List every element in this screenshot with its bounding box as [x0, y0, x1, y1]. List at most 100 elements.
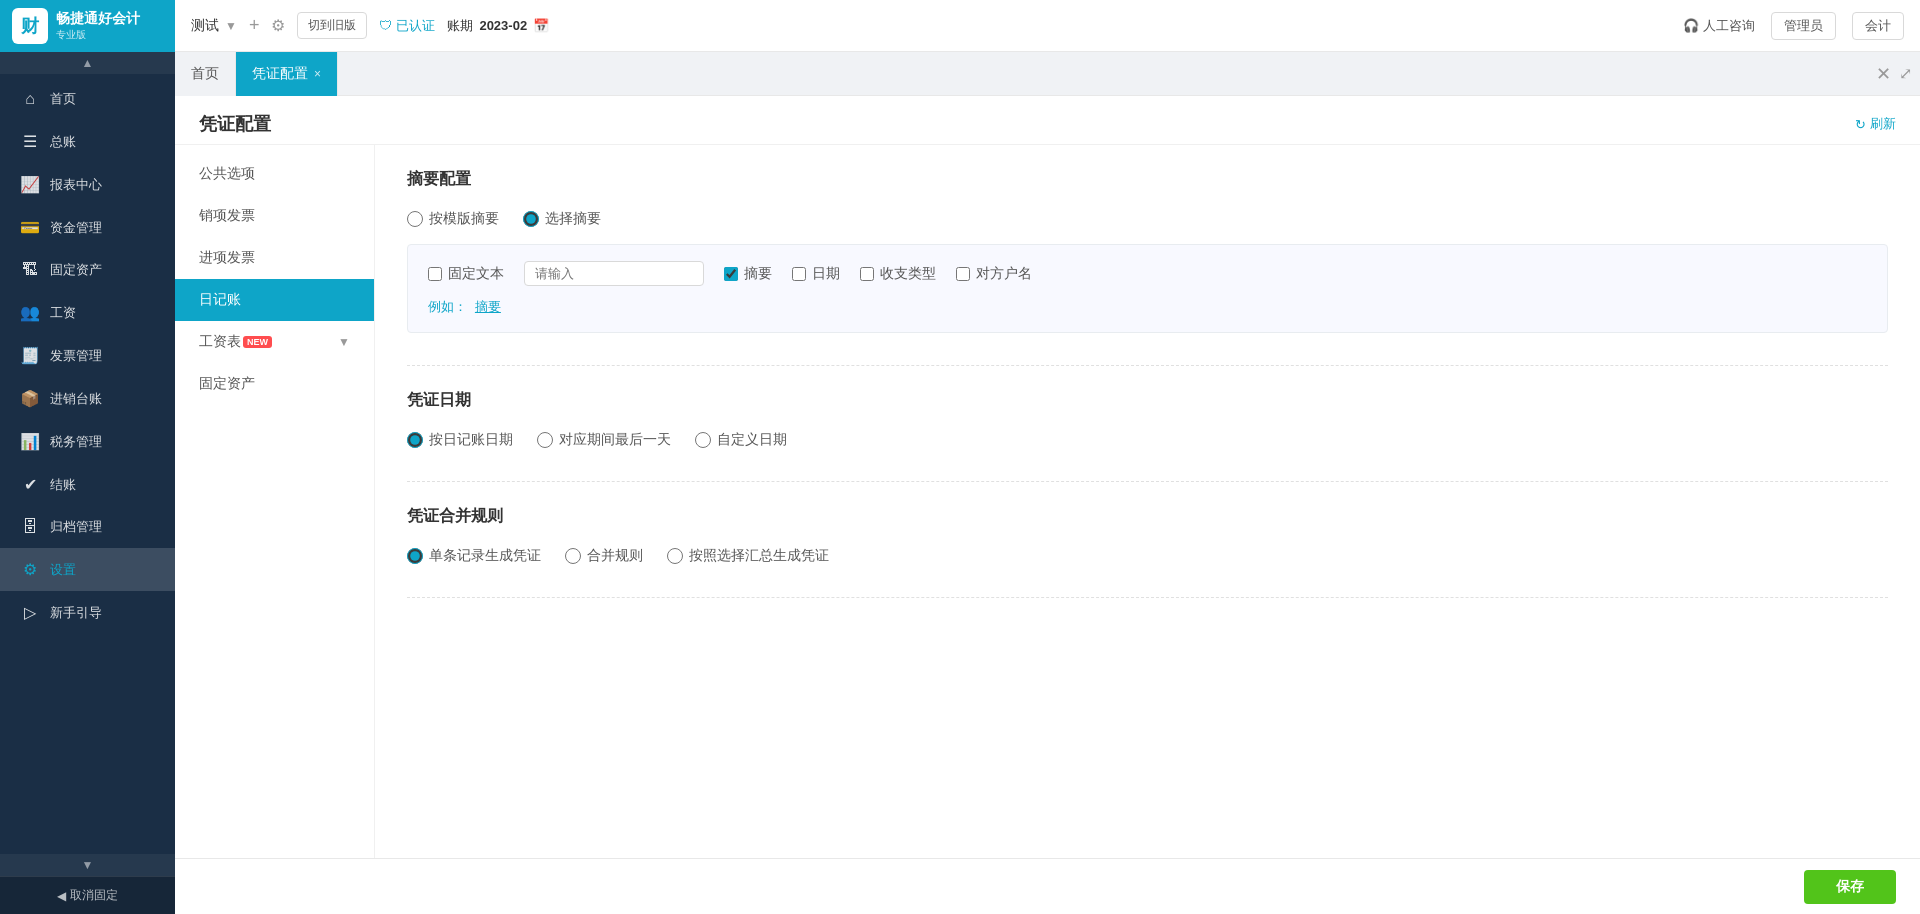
- tab-home[interactable]: 首页: [175, 52, 236, 96]
- radio-by-diary-date-label: 按日记账日期: [429, 431, 513, 449]
- page-header: 凭证配置 ↻ 刷新: [175, 96, 1920, 145]
- chevron-right-icon: ▼: [338, 335, 350, 349]
- checkbox-payment-type[interactable]: 收支类型: [860, 265, 936, 283]
- sidebar-label-purchases: 进销台账: [50, 390, 102, 408]
- cancel-pin-button[interactable]: ◀ 取消固定: [0, 876, 175, 914]
- sidebar-item-closing[interactable]: ✔ 结账: [0, 463, 175, 506]
- nav-item-purchase-invoice[interactable]: 进项发票: [175, 237, 374, 279]
- radio-merge-rule[interactable]: 合并规则: [565, 547, 643, 565]
- radio-custom-date-input[interactable]: [695, 432, 711, 448]
- sidebar-item-home[interactable]: ⌂ 首页: [0, 78, 175, 120]
- consult-button[interactable]: 🎧 人工咨询: [1683, 17, 1755, 35]
- checkbox-payment-type-input[interactable]: [860, 267, 874, 281]
- checkbox-fixed-text-input[interactable]: [428, 267, 442, 281]
- sidebar-label-settings: 设置: [50, 561, 76, 579]
- radio-by-selection[interactable]: 按照选择汇总生成凭证: [667, 547, 829, 565]
- payment-type-label: 收支类型: [880, 265, 936, 283]
- admin-button[interactable]: 管理员: [1771, 12, 1836, 40]
- switch-old-version-button[interactable]: 切到旧版: [297, 12, 367, 39]
- merge-radio-group: 单条记录生成凭证 合并规则 按照选择汇总生成凭证: [407, 547, 1888, 565]
- content-area: 公共选项 销项发票 进项发票 日记账 工资表 NEW ▼ 固定资产: [175, 145, 1920, 914]
- add-workspace-button[interactable]: +: [249, 15, 260, 36]
- tab-close-icon[interactable]: ×: [314, 67, 321, 81]
- refresh-label: 刷新: [1870, 115, 1896, 133]
- counterparty-label: 对方户名: [976, 265, 1032, 283]
- app-header: 测试 ▼ + ⚙ 切到旧版 🛡 已认证 账期 2023-02 📅 🎧 人工咨询 …: [175, 0, 1920, 52]
- sidebar-item-ledger[interactable]: ☰ 总账: [0, 120, 175, 163]
- radio-custom-date[interactable]: 自定义日期: [695, 431, 787, 449]
- radio-by-selection-input[interactable]: [667, 548, 683, 564]
- nav-item-public[interactable]: 公共选项: [175, 153, 374, 195]
- sidebar-item-settings[interactable]: ⚙ 设置: [0, 548, 175, 591]
- checkbox-summary[interactable]: 摘要: [724, 265, 772, 283]
- nav-item-salary-table[interactable]: 工资表 NEW ▼: [175, 321, 374, 363]
- sidebar-label-invoices: 发票管理: [50, 347, 102, 365]
- radio-select-summary-input[interactable]: [523, 211, 539, 227]
- checkbox-counterparty[interactable]: 对方户名: [956, 265, 1032, 283]
- calendar-icon[interactable]: 📅: [533, 18, 549, 33]
- radio-merge-rule-input[interactable]: [565, 548, 581, 564]
- sidebar-item-purchases[interactable]: 📦 进销台账: [0, 377, 175, 420]
- shield-icon: 🛡: [379, 18, 392, 33]
- wages-icon: 👥: [20, 303, 40, 322]
- save-button[interactable]: 保存: [1804, 870, 1896, 904]
- sidebar-label-ledger: 总账: [50, 133, 76, 151]
- radio-by-diary-date-input[interactable]: [407, 432, 423, 448]
- tab-voucher-config[interactable]: 凭证配置 ×: [236, 52, 338, 96]
- checkbox-date-input[interactable]: [792, 267, 806, 281]
- date-checkbox-label: 日期: [812, 265, 840, 283]
- nav-item-fixed-assets[interactable]: 固定资产: [175, 363, 374, 405]
- checkbox-summary-input[interactable]: [724, 267, 738, 281]
- merge-section-title: 凭证合并规则: [407, 506, 1888, 527]
- page-title: 凭证配置: [199, 112, 271, 136]
- workspace-selector[interactable]: 测试 ▼: [191, 17, 237, 35]
- expand-window-button[interactable]: ⤢: [1899, 64, 1912, 83]
- checkbox-date[interactable]: 日期: [792, 265, 840, 283]
- ledger-icon: ☰: [20, 132, 40, 151]
- left-nav: 公共选项 销项发票 进项发票 日记账 工资表 NEW ▼ 固定资产: [175, 145, 375, 914]
- radio-last-day-input[interactable]: [537, 432, 553, 448]
- radio-single-record-input[interactable]: [407, 548, 423, 564]
- workspace-settings-button[interactable]: ⚙: [271, 16, 285, 35]
- checkbox-fixed-text[interactable]: 固定文本: [428, 265, 504, 283]
- pin-icon: ◀: [57, 889, 66, 903]
- refresh-button[interactable]: ↻ 刷新: [1855, 115, 1896, 133]
- app-subtitle: 专业版: [56, 28, 140, 42]
- accountant-button[interactable]: 会计: [1852, 12, 1904, 40]
- sidebar-nav: ⌂ 首页 ☰ 总账 📈 报表中心 💳 资金管理 🏗 固定资产 👥 工资 🧾 发票…: [0, 74, 175, 854]
- summary-checkbox-row: 固定文本 摘要 日期 收支类型: [428, 261, 1867, 286]
- sidebar-label-funds: 资金管理: [50, 219, 102, 237]
- tab-bar-actions: ✕ ⤢: [1876, 63, 1920, 85]
- radio-single-record[interactable]: 单条记录生成凭证: [407, 547, 541, 565]
- nav-item-diary[interactable]: 日记账: [175, 279, 374, 321]
- consult-label: 人工咨询: [1703, 17, 1755, 35]
- radio-by-diary-date[interactable]: 按日记账日期: [407, 431, 513, 449]
- checkbox-counterparty-input[interactable]: [956, 267, 970, 281]
- sidebar-item-guide[interactable]: ▷ 新手引导: [0, 591, 175, 634]
- sidebar-logo: 财 畅捷通好会计 专业版: [0, 0, 175, 52]
- archive-icon: 🗄: [20, 518, 40, 536]
- radio-last-day[interactable]: 对应期间最后一天: [537, 431, 671, 449]
- verified-status: 🛡 已认证: [379, 17, 435, 35]
- nav-label-sales-invoice: 销项发票: [199, 207, 255, 223]
- sidebar-item-wages[interactable]: 👥 工资: [0, 291, 175, 334]
- sidebar-item-reports[interactable]: 📈 报表中心: [0, 163, 175, 206]
- sidebar-item-invoices[interactable]: 🧾 发票管理: [0, 334, 175, 377]
- sidebar-label-assets: 固定资产: [50, 261, 102, 279]
- sidebar-item-archive[interactable]: 🗄 归档管理: [0, 506, 175, 548]
- fixed-text-label: 固定文本: [448, 265, 504, 283]
- divider-3: [407, 597, 1888, 598]
- close-all-tabs-button[interactable]: ✕: [1876, 63, 1891, 85]
- radio-by-template[interactable]: 按模版摘要: [407, 210, 499, 228]
- sidebar-item-tax[interactable]: 📊 税务管理: [0, 420, 175, 463]
- verified-label: 已认证: [396, 17, 435, 35]
- sidebar-scroll-up-btn[interactable]: ▲: [0, 52, 175, 74]
- radio-by-template-input[interactable]: [407, 211, 423, 227]
- radio-select-summary[interactable]: 选择摘要: [523, 210, 601, 228]
- fixed-text-input[interactable]: [524, 261, 704, 286]
- sidebar-item-funds[interactable]: 💳 资金管理: [0, 206, 175, 249]
- sidebar-item-assets[interactable]: 🏗 固定资产: [0, 249, 175, 291]
- sidebar-scroll-down-btn[interactable]: ▼: [0, 854, 175, 876]
- period-value: 2023-02: [479, 18, 527, 33]
- nav-item-sales-invoice[interactable]: 销项发票: [175, 195, 374, 237]
